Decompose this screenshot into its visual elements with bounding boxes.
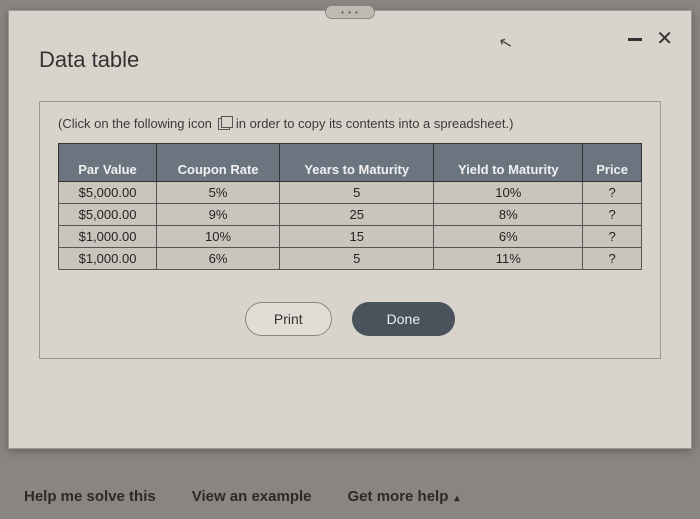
instruction-text: (Click on the following icon in order to… (58, 116, 642, 131)
cell: ? (583, 182, 642, 204)
minimize-button[interactable] (628, 38, 642, 41)
col-price: Price (583, 144, 642, 182)
get-more-help-link[interactable]: Get more help ▴ (348, 488, 460, 505)
table-row: $5,000.00 9% 25 8% ? (59, 204, 642, 226)
window-controls: ✕ (628, 29, 673, 49)
col-par-value: Par Value (59, 144, 157, 182)
col-yield-maturity: Yield to Maturity (434, 144, 583, 182)
col-coupon-rate: Coupon Rate (157, 144, 280, 182)
cell: ? (583, 204, 642, 226)
footer-links: Help me solve this View an example Get m… (24, 488, 676, 505)
button-row: Print Done (58, 302, 642, 336)
cell: 6% (157, 248, 280, 270)
drag-handle[interactable]: • • • (325, 5, 375, 19)
cell: 25 (280, 204, 434, 226)
content-box: (Click on the following icon in order to… (39, 101, 661, 359)
cell: 8% (434, 204, 583, 226)
cell: ? (583, 226, 642, 248)
table-row: $1,000.00 10% 15 6% ? (59, 226, 642, 248)
table-row: $1,000.00 6% 5 11% ? (59, 248, 642, 270)
data-table-modal: • • • ✕ ↖ Data table (Click on the follo… (8, 10, 692, 449)
cell: $5,000.00 (59, 182, 157, 204)
cell: $1,000.00 (59, 248, 157, 270)
table-row: $5,000.00 5% 5 10% ? (59, 182, 642, 204)
cell: ? (583, 248, 642, 270)
cell: 9% (157, 204, 280, 226)
instruction-pre: (Click on the following icon (58, 116, 212, 131)
print-button[interactable]: Print (245, 302, 332, 336)
cell: 5 (280, 182, 434, 204)
data-table: Par Value Coupon Rate Years to Maturity … (58, 143, 642, 270)
get-more-help-label: Get more help (348, 488, 449, 505)
cell: 11% (434, 248, 583, 270)
help-solve-link[interactable]: Help me solve this (24, 488, 156, 505)
cell: 15 (280, 226, 434, 248)
cell: 10% (157, 226, 280, 248)
cell: $5,000.00 (59, 204, 157, 226)
col-years-maturity: Years to Maturity (280, 144, 434, 182)
cell: 5 (280, 248, 434, 270)
cell: 6% (434, 226, 583, 248)
copy-icon[interactable] (218, 118, 230, 130)
view-example-link[interactable]: View an example (192, 488, 312, 505)
close-icon[interactable]: ✕ (656, 29, 673, 49)
done-button[interactable]: Done (352, 302, 455, 336)
cell: 5% (157, 182, 280, 204)
modal-title: Data table (9, 11, 691, 83)
caret-up-icon: ▴ (455, 493, 460, 504)
instruction-post: in order to copy its contents into a spr… (236, 116, 514, 131)
cell: $1,000.00 (59, 226, 157, 248)
cell: 10% (434, 182, 583, 204)
